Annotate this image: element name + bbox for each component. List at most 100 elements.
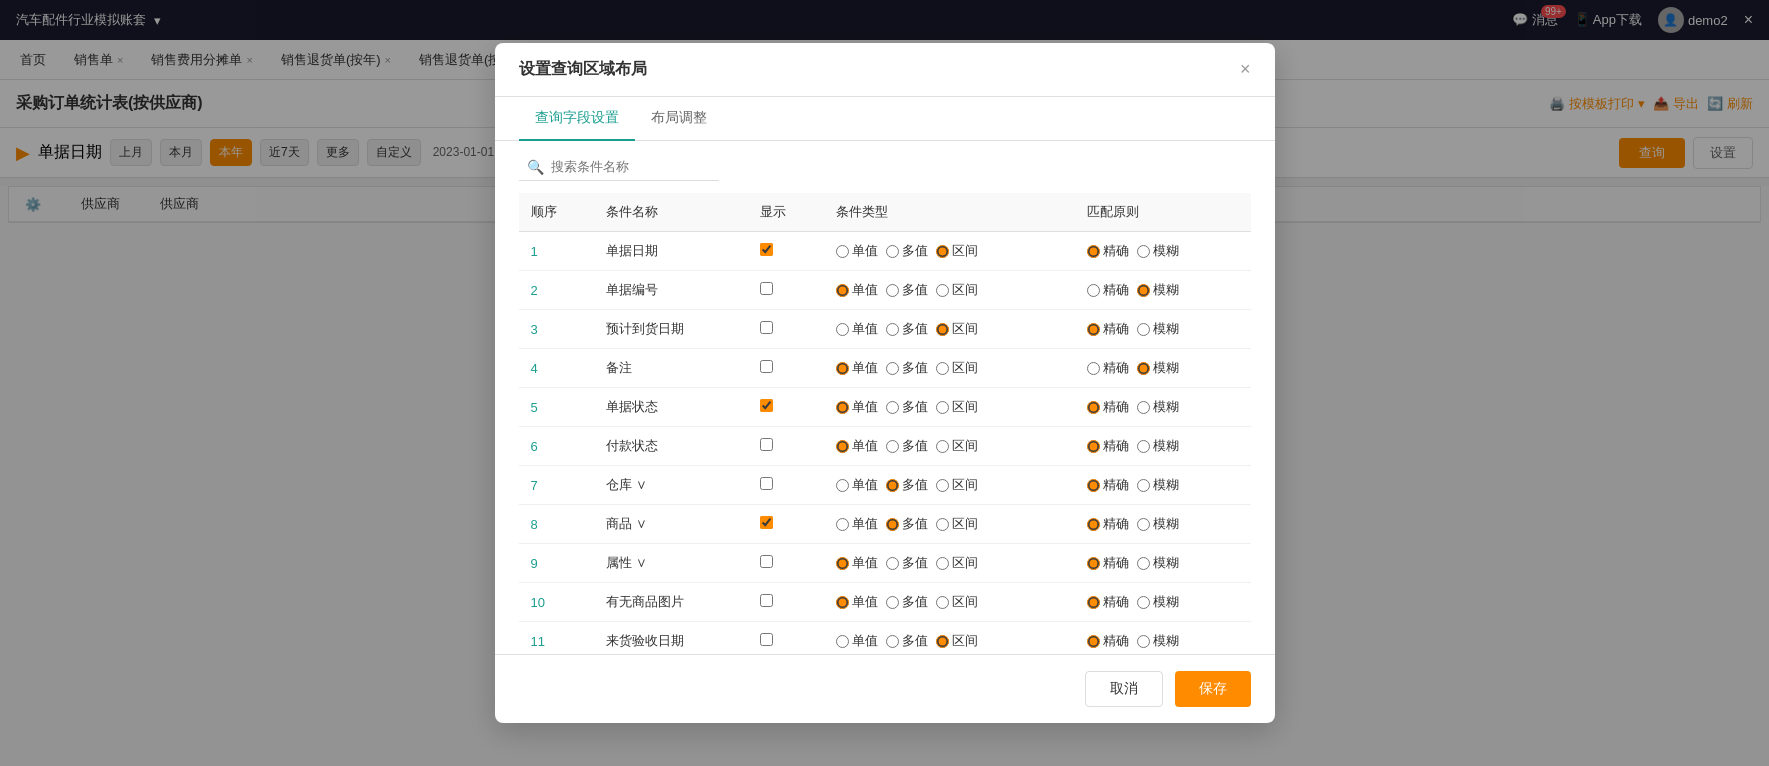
type-option-区间-5[interactable]: 区间 (936, 437, 978, 455)
row-type-2[interactable]: 单值多值区间 (824, 310, 1075, 349)
row-display-8[interactable] (748, 544, 824, 583)
type-option-单值-3[interactable]: 单值 (836, 359, 878, 377)
row-display-1[interactable] (748, 271, 824, 310)
display-checkbox-3[interactable] (760, 360, 773, 373)
type-option-多值-10[interactable]: 多值 (886, 632, 928, 650)
match-option-精确-0[interactable]: 精确 (1087, 242, 1129, 260)
row-match-9[interactable]: 精确模糊 (1075, 583, 1250, 622)
type-option-多值-3[interactable]: 多值 (886, 359, 928, 377)
match-option-精确-7[interactable]: 精确 (1087, 515, 1129, 533)
modal-tab-layout[interactable]: 布局调整 (635, 97, 723, 141)
row-display-9[interactable] (748, 583, 824, 622)
display-checkbox-4[interactable] (760, 399, 773, 412)
match-option-模糊-1[interactable]: 模糊 (1137, 281, 1179, 299)
type-option-单值-4[interactable]: 单值 (836, 398, 878, 416)
match-option-模糊-5[interactable]: 模糊 (1137, 437, 1179, 455)
type-option-单值-6[interactable]: 单值 (836, 476, 878, 494)
match-option-模糊-7[interactable]: 模糊 (1137, 515, 1179, 533)
row-type-5[interactable]: 单值多值区间 (824, 427, 1075, 466)
display-checkbox-5[interactable] (760, 438, 773, 451)
type-option-区间-2[interactable]: 区间 (936, 320, 978, 338)
display-checkbox-0[interactable] (760, 243, 773, 256)
save-button[interactable]: 保存 (1175, 671, 1251, 707)
type-option-多值-7[interactable]: 多值 (886, 515, 928, 533)
cancel-button[interactable]: 取消 (1085, 671, 1163, 707)
type-option-区间-6[interactable]: 区间 (936, 476, 978, 494)
row-display-0[interactable] (748, 232, 824, 271)
row-match-2[interactable]: 精确模糊 (1075, 310, 1250, 349)
row-type-6[interactable]: 单值多值区间 (824, 466, 1075, 505)
match-option-精确-4[interactable]: 精确 (1087, 398, 1129, 416)
row-display-4[interactable] (748, 388, 824, 427)
row-type-10[interactable]: 单值多值区间 (824, 622, 1075, 655)
type-option-区间-1[interactable]: 区间 (936, 281, 978, 299)
match-option-模糊-8[interactable]: 模糊 (1137, 554, 1179, 572)
match-option-模糊-0[interactable]: 模糊 (1137, 242, 1179, 260)
display-checkbox-9[interactable] (760, 594, 773, 607)
match-option-模糊-3[interactable]: 模糊 (1137, 359, 1179, 377)
display-checkbox-7[interactable] (760, 516, 773, 529)
match-option-精确-2[interactable]: 精确 (1087, 320, 1129, 338)
type-option-区间-7[interactable]: 区间 (936, 515, 978, 533)
match-option-精确-1[interactable]: 精确 (1087, 281, 1129, 299)
type-option-多值-0[interactable]: 多值 (886, 242, 928, 260)
type-option-区间-0[interactable]: 区间 (936, 242, 978, 260)
modal-close-button[interactable]: × (1240, 59, 1251, 80)
display-checkbox-8[interactable] (760, 555, 773, 568)
row-display-3[interactable] (748, 349, 824, 388)
type-option-单值-7[interactable]: 单值 (836, 515, 878, 533)
row-match-1[interactable]: 精确模糊 (1075, 271, 1250, 310)
row-match-4[interactable]: 精确模糊 (1075, 388, 1250, 427)
row-match-5[interactable]: 精确模糊 (1075, 427, 1250, 466)
display-checkbox-2[interactable] (760, 321, 773, 334)
row-type-7[interactable]: 单值多值区间 (824, 505, 1075, 544)
type-option-区间-8[interactable]: 区间 (936, 554, 978, 572)
modal-tab-query-fields[interactable]: 查询字段设置 (519, 97, 635, 141)
match-option-模糊-6[interactable]: 模糊 (1137, 476, 1179, 494)
type-option-多值-8[interactable]: 多值 (886, 554, 928, 572)
type-option-区间-4[interactable]: 区间 (936, 398, 978, 416)
display-checkbox-1[interactable] (760, 282, 773, 295)
row-match-10[interactable]: 精确模糊 (1075, 622, 1250, 655)
type-option-多值-6[interactable]: 多值 (886, 476, 928, 494)
type-option-多值-4[interactable]: 多值 (886, 398, 928, 416)
row-type-1[interactable]: 单值多值区间 (824, 271, 1075, 310)
type-option-区间-9[interactable]: 区间 (936, 593, 978, 611)
display-checkbox-10[interactable] (760, 633, 773, 646)
match-option-模糊-2[interactable]: 模糊 (1137, 320, 1179, 338)
row-match-0[interactable]: 精确模糊 (1075, 232, 1250, 271)
match-option-精确-3[interactable]: 精确 (1087, 359, 1129, 377)
display-checkbox-6[interactable] (760, 477, 773, 490)
match-option-精确-5[interactable]: 精确 (1087, 437, 1129, 455)
row-type-4[interactable]: 单值多值区间 (824, 388, 1075, 427)
row-type-8[interactable]: 单值多值区间 (824, 544, 1075, 583)
match-option-模糊-9[interactable]: 模糊 (1137, 593, 1179, 611)
row-display-7[interactable] (748, 505, 824, 544)
row-display-5[interactable] (748, 427, 824, 466)
type-option-单值-8[interactable]: 单值 (836, 554, 878, 572)
type-option-多值-5[interactable]: 多值 (886, 437, 928, 455)
type-option-单值-2[interactable]: 单值 (836, 320, 878, 338)
type-option-单值-10[interactable]: 单值 (836, 632, 878, 650)
type-option-区间-3[interactable]: 区间 (936, 359, 978, 377)
type-option-单值-5[interactable]: 单值 (836, 437, 878, 455)
type-option-区间-10[interactable]: 区间 (936, 632, 978, 650)
type-option-单值-9[interactable]: 单值 (836, 593, 878, 611)
row-match-3[interactable]: 精确模糊 (1075, 349, 1250, 388)
row-type-0[interactable]: 单值多值区间 (824, 232, 1075, 271)
row-match-6[interactable]: 精确模糊 (1075, 466, 1250, 505)
type-option-多值-1[interactable]: 多值 (886, 281, 928, 299)
match-option-模糊-10[interactable]: 模糊 (1137, 632, 1179, 650)
type-option-单值-0[interactable]: 单值 (836, 242, 878, 260)
row-match-8[interactable]: 精确模糊 (1075, 544, 1250, 583)
row-type-3[interactable]: 单值多值区间 (824, 349, 1075, 388)
type-option-多值-9[interactable]: 多值 (886, 593, 928, 611)
row-type-9[interactable]: 单值多值区间 (824, 583, 1075, 622)
match-option-精确-6[interactable]: 精确 (1087, 476, 1129, 494)
match-option-精确-10[interactable]: 精确 (1087, 632, 1129, 650)
row-display-10[interactable] (748, 622, 824, 655)
modal-search-input[interactable] (519, 153, 719, 181)
row-display-6[interactable] (748, 466, 824, 505)
match-option-精确-8[interactable]: 精确 (1087, 554, 1129, 572)
match-option-精确-9[interactable]: 精确 (1087, 593, 1129, 611)
